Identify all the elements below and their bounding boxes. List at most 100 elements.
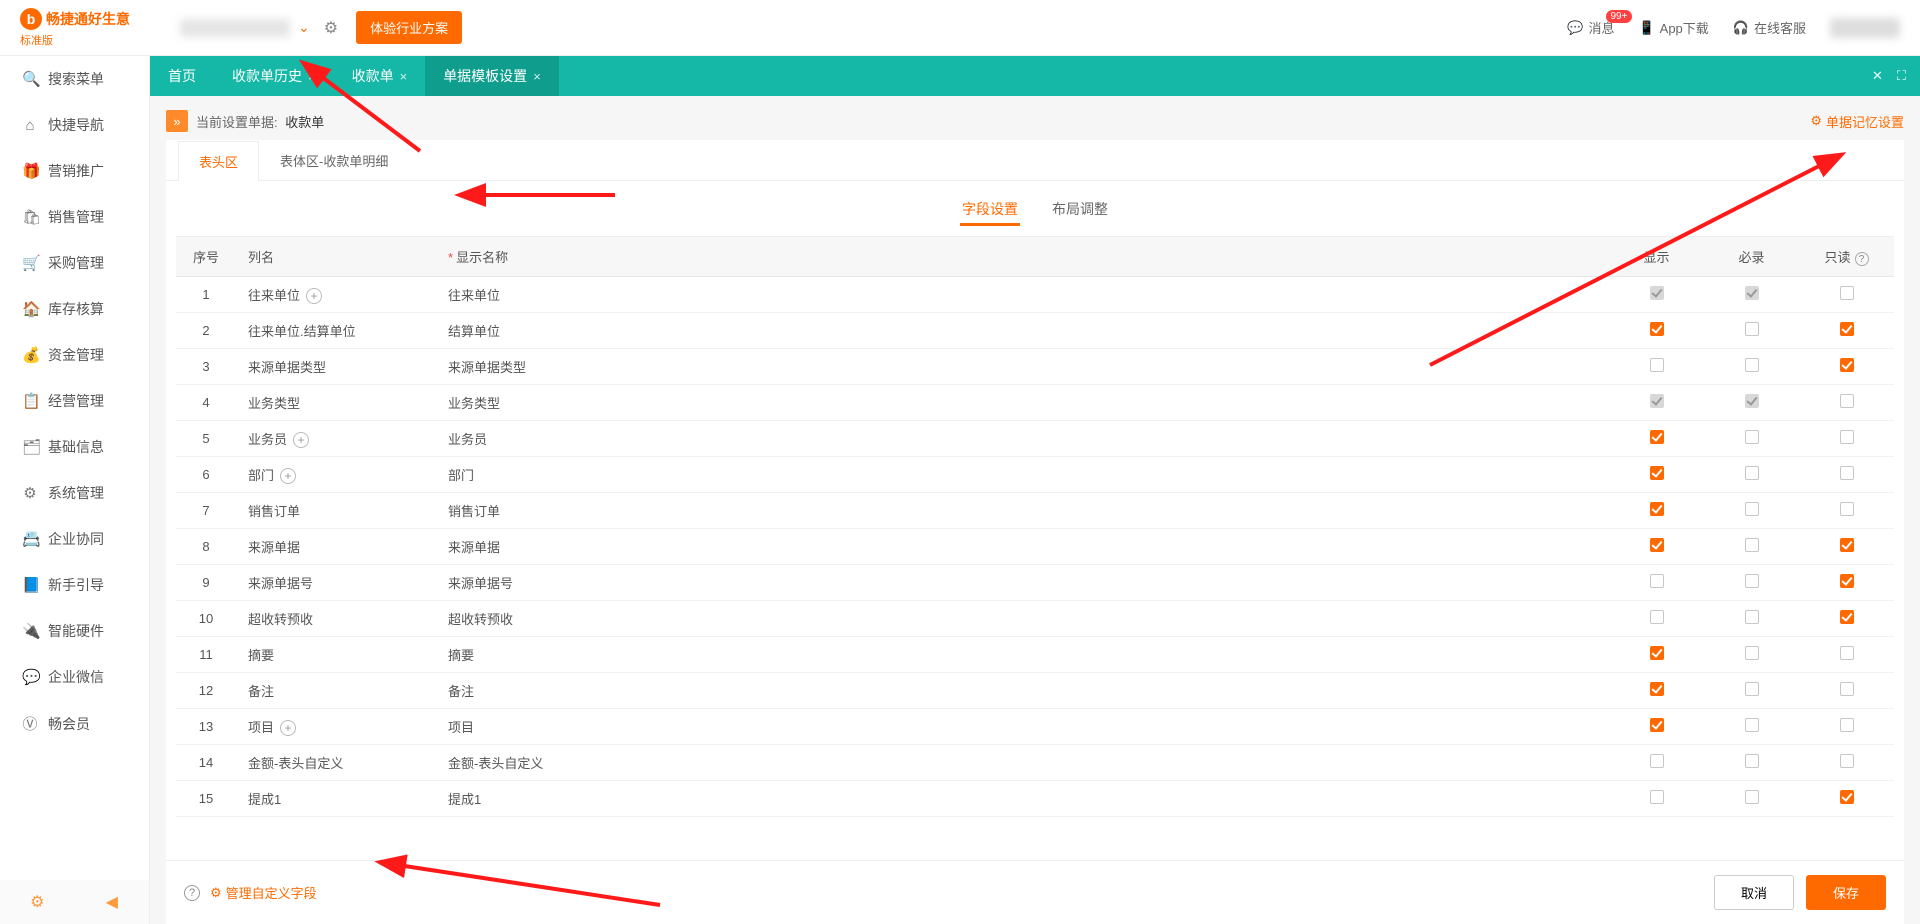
sidebar-item-11[interactable]: 📘新手引导 [0,562,149,608]
page-tab-1[interactable]: 收款单历史× [214,56,334,96]
checkbox[interactable] [1650,322,1664,336]
readonly-help-icon[interactable]: ? [1855,252,1869,266]
page-tab-2[interactable]: 收款单× [334,56,426,96]
row-display-name[interactable]: 往来单位 [436,277,1609,313]
checkbox[interactable] [1840,682,1854,696]
checkbox[interactable] [1650,610,1664,624]
checkbox[interactable] [1840,502,1854,516]
checkbox[interactable] [1840,322,1854,336]
checkbox[interactable] [1840,394,1854,408]
add-child-icon[interactable]: + [306,288,322,304]
fullscreen-icon[interactable]: ⛶ [1897,68,1906,84]
row-display-name[interactable]: 超收转预收 [436,601,1609,637]
sidebar-item-6[interactable]: 💰资金管理 [0,332,149,378]
row-display-name[interactable]: 提成1 [436,781,1609,817]
row-display-name[interactable]: 部门 [436,457,1609,493]
area-tab-1[interactable]: 表体区-收款单明细 [259,140,409,180]
tab-close-icon[interactable]: × [308,69,316,84]
sidebar-collapse-icon[interactable]: ◀ [75,880,150,924]
checkbox[interactable] [1650,538,1664,552]
sidebar-settings-icon[interactable]: ⚙ [0,880,75,924]
sidebar-item-13[interactable]: 💬企业微信 [0,654,149,700]
checkbox[interactable] [1840,754,1854,768]
checkbox[interactable] [1650,754,1664,768]
caret-down-icon[interactable]: ⌄ [298,19,310,36]
fields-table-scroll[interactable]: 序号 列名 *显示名称 显示 必录 只读? 1往来单位+往来单位2往来单位.结算… [176,236,1894,860]
sidebar-item-10[interactable]: 📇企业协同 [0,516,149,562]
checkbox[interactable] [1840,790,1854,804]
checkbox[interactable] [1840,286,1854,300]
add-child-icon[interactable]: + [293,432,309,448]
sidebar-item-4[interactable]: 🛒采购管理 [0,240,149,286]
page-tab-0[interactable]: 首页 [150,56,214,96]
row-display-name[interactable]: 项目 [436,709,1609,745]
sub-tab-1[interactable]: 布局调整 [1050,195,1110,226]
checkbox[interactable] [1840,610,1854,624]
row-display-name[interactable]: 来源单据号 [436,565,1609,601]
row-display-name[interactable]: 来源单据类型 [436,349,1609,385]
trial-industry-button[interactable]: 体验行业方案 [356,11,462,44]
org-selector[interactable]: ⌄ [180,19,310,37]
manage-custom-fields-link[interactable]: ⚙ 管理自定义字段 [210,883,317,902]
add-child-icon[interactable]: + [280,720,296,736]
checkbox[interactable] [1745,682,1759,696]
checkbox[interactable] [1650,358,1664,372]
close-all-tabs-icon[interactable]: ✕ [1872,68,1883,84]
sidebar-item-1[interactable]: ⌂快捷导航 [0,102,149,148]
checkbox[interactable] [1745,754,1759,768]
checkbox[interactable] [1745,322,1759,336]
checkbox[interactable] [1745,358,1759,372]
sidebar-item-3[interactable]: 🛍销售管理 [0,194,149,240]
checkbox[interactable] [1745,646,1759,660]
checkbox[interactable] [1650,430,1664,444]
app-download-link[interactable]: 📱 App下载 [1638,18,1708,37]
area-tab-0[interactable]: 表头区 [178,141,259,181]
row-display-name[interactable]: 结算单位 [436,313,1609,349]
checkbox[interactable] [1840,718,1854,732]
row-display-name[interactable]: 金额-表头自定义 [436,745,1609,781]
sidebar-item-7[interactable]: 📋经营管理 [0,378,149,424]
checkbox[interactable] [1840,574,1854,588]
checkbox[interactable] [1840,430,1854,444]
checkbox[interactable] [1840,538,1854,552]
checkbox[interactable] [1745,466,1759,480]
tab-close-icon[interactable]: × [400,69,408,84]
row-display-name[interactable]: 业务员 [436,421,1609,457]
checkbox[interactable] [1650,646,1664,660]
checkbox[interactable] [1650,466,1664,480]
messages-link[interactable]: 💬 消息 99+ [1567,18,1614,37]
page-tab-3[interactable]: 单据模板设置× [425,56,559,96]
checkbox[interactable] [1650,682,1664,696]
sidebar-item-2[interactable]: 🎁营销推广 [0,148,149,194]
sidebar-item-9[interactable]: ⚙系统管理 [0,470,149,516]
checkbox[interactable] [1650,502,1664,516]
row-display-name[interactable]: 来源单据 [436,529,1609,565]
row-display-name[interactable]: 销售订单 [436,493,1609,529]
save-button[interactable]: 保存 [1806,875,1886,910]
settings-icon[interactable]: ⚙ [324,18,338,38]
sidebar-item-0[interactable]: 🔍搜索菜单 [0,56,149,102]
checkbox[interactable] [1745,718,1759,732]
add-child-icon[interactable]: + [280,468,296,484]
checkbox[interactable] [1745,538,1759,552]
checkbox[interactable] [1650,574,1664,588]
checkbox[interactable] [1745,790,1759,804]
cancel-button[interactable]: 取消 [1714,875,1794,910]
checkbox[interactable] [1745,430,1759,444]
tab-close-icon[interactable]: × [533,69,541,84]
checkbox[interactable] [1840,466,1854,480]
row-display-name[interactable]: 摘要 [436,637,1609,673]
sidebar-item-8[interactable]: 🗂基础信息 [0,424,149,470]
online-service-link[interactable]: 🎧 在线客服 [1733,18,1806,37]
checkbox[interactable] [1745,502,1759,516]
checkbox[interactable] [1650,790,1664,804]
sidebar-item-5[interactable]: 🏠库存核算 [0,286,149,332]
help-icon[interactable]: ? [184,885,200,901]
checkbox[interactable] [1840,646,1854,660]
memory-settings-link[interactable]: ⚙ 单据记忆设置 [1810,112,1904,131]
user-avatar-blurred[interactable] [1830,18,1900,38]
row-display-name[interactable]: 备注 [436,673,1609,709]
checkbox[interactable] [1840,358,1854,372]
checkbox[interactable] [1745,574,1759,588]
sidebar-item-12[interactable]: 🔌智能硬件 [0,608,149,654]
